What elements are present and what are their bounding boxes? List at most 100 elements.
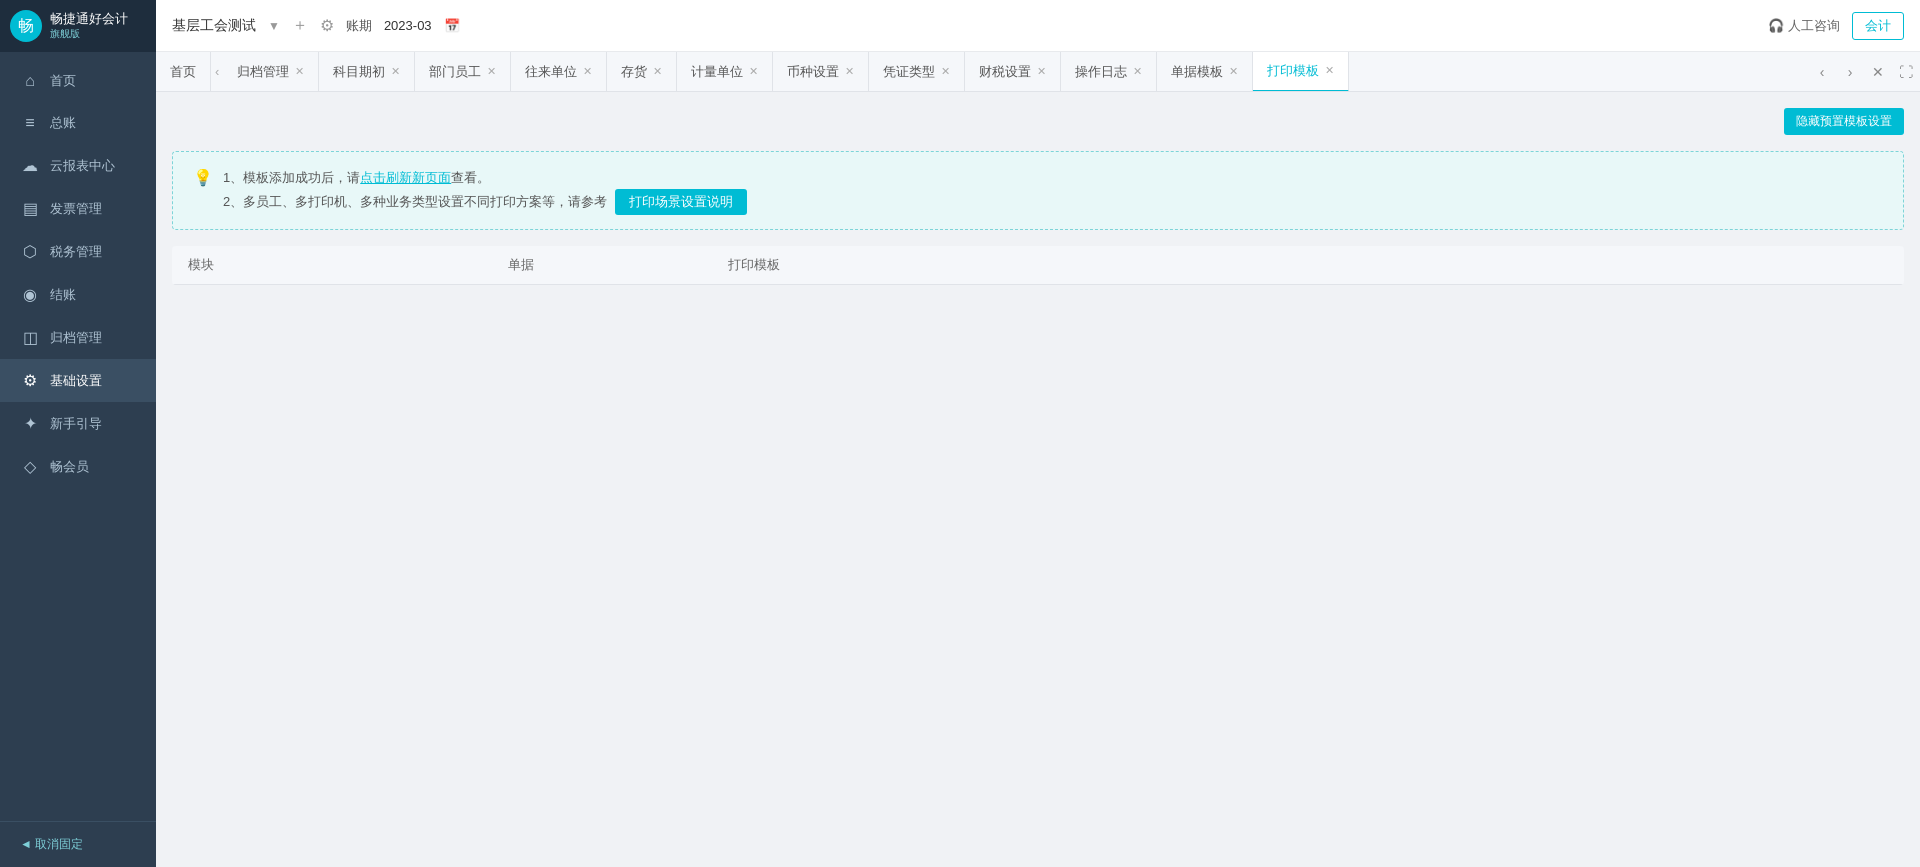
tab-oplog-close[interactable]: ✕ xyxy=(1133,65,1142,78)
topbar-right: 🎧 人工咨询 会计 xyxy=(1768,12,1904,40)
cloud-icon: ☁ xyxy=(20,156,40,175)
sidebar-item-reports[interactable]: ☁ 云报表中心 xyxy=(0,144,156,187)
sidebar-item-tax-label: 税务管理 xyxy=(50,243,102,261)
logo-subtitle: 旗舰版 xyxy=(50,27,128,41)
tab-currency-close[interactable]: ✕ xyxy=(845,65,854,78)
tab-dept-close[interactable]: ✕ xyxy=(487,65,496,78)
unpin-button[interactable]: ◄ 取消固定 xyxy=(0,821,156,867)
home-icon: ⌂ xyxy=(20,72,40,90)
settings-gear-icon[interactable]: ⚙ xyxy=(320,16,334,35)
tab-archive-label: 归档管理 xyxy=(237,63,289,81)
sidebar-item-invoice-label: 发票管理 xyxy=(50,200,102,218)
column-doc: 单据 xyxy=(492,246,712,284)
member-icon: ◇ xyxy=(20,457,40,476)
print-template-table: 模块 单据 打印模板 xyxy=(172,246,1904,285)
sidebar: 畅 畅捷通好会计 旗舰版 ⌂ 首页 ≡ 总账 ☁ 云报表中心 ▤ 发票管理 ⬡ … xyxy=(0,0,156,867)
tax-icon: ⬡ xyxy=(20,242,40,261)
sidebar-item-guide-label: 新手引导 xyxy=(50,415,102,433)
sidebar-item-guide[interactable]: ✦ 新手引导 xyxy=(0,402,156,445)
sidebar-item-home-label: 首页 xyxy=(50,72,76,90)
invoice-icon: ▤ xyxy=(20,199,40,218)
info-line1-suffix: 查看。 xyxy=(451,170,490,185)
tab-oplog[interactable]: 操作日志 ✕ xyxy=(1061,52,1157,92)
sidebar-item-settings[interactable]: ⚙ 基础设置 xyxy=(0,359,156,402)
tab-singledoc-label: 单据模板 xyxy=(1171,63,1223,81)
tab-nav-prev[interactable]: ‹ xyxy=(211,64,223,79)
tab-unit[interactable]: 计量单位 ✕ xyxy=(677,52,773,92)
sidebar-item-member-label: 畅会员 xyxy=(50,458,89,476)
tab-printtemplate[interactable]: 打印模板 ✕ xyxy=(1253,52,1349,92)
period-value: 2023-03 xyxy=(384,18,432,33)
accountant-button[interactable]: 会计 xyxy=(1852,12,1904,40)
archive-icon: ◫ xyxy=(20,328,40,347)
calendar-icon[interactable]: 📅 xyxy=(444,18,460,33)
tab-archive-close[interactable]: ✕ xyxy=(295,65,304,78)
tab-printtemplate-close[interactable]: ✕ xyxy=(1325,64,1334,77)
ledger-icon: ≡ xyxy=(20,114,40,132)
sidebar-nav: ⌂ 首页 ≡ 总账 ☁ 云报表中心 ▤ 发票管理 ⬡ 税务管理 ◉ 结账 ◫ 归… xyxy=(0,52,156,821)
tab-scroll-left[interactable]: ‹ xyxy=(1808,52,1836,92)
tab-contacts[interactable]: 往来单位 ✕ xyxy=(511,52,607,92)
info-box: 💡 1、模板添加成功后，请点击刷新新页面查看。 2、多员工、多打印机、多种业务类… xyxy=(172,151,1904,230)
sidebar-item-ledger[interactable]: ≡ 总账 xyxy=(0,102,156,144)
tab-home[interactable]: 首页 xyxy=(156,52,211,92)
tab-vouchertype[interactable]: 凭证类型 ✕ xyxy=(869,52,965,92)
hide-template-button[interactable]: 隐藏预置模板设置 xyxy=(1784,108,1904,135)
tab-actions: ‹ › ✕ ⛶ xyxy=(1808,52,1920,92)
sidebar-logo: 畅 畅捷通好会计 旗舰版 xyxy=(0,0,156,52)
tab-oplog-label: 操作日志 xyxy=(1075,63,1127,81)
tab-dept-label: 部门员工 xyxy=(429,63,481,81)
tab-inventory[interactable]: 存货 ✕ xyxy=(607,52,677,92)
column-module: 模块 xyxy=(172,246,492,284)
info-line1: 1、模板添加成功后，请点击刷新新页面查看。 xyxy=(223,166,747,189)
tab-vouchertype-close[interactable]: ✕ xyxy=(941,65,950,78)
tabs-bar: 首页 ‹ 归档管理 ✕ 科目期初 ✕ 部门员工 ✕ 往来单位 ✕ 存货 ✕ 计量… xyxy=(156,52,1920,92)
topbar: 基层工会测试 ▼ ＋ ⚙ 账期 2023-03 📅 🎧 人工咨询 会计 xyxy=(156,0,1920,52)
tab-taxset[interactable]: 财税设置 ✕ xyxy=(965,52,1061,92)
logo-title: 畅捷通好会计 xyxy=(50,11,128,28)
tab-close-all[interactable]: ✕ xyxy=(1864,52,1892,92)
sidebar-item-settlement[interactable]: ◉ 结账 xyxy=(0,273,156,316)
column-template: 打印模板 xyxy=(712,246,1904,284)
tab-fullscreen[interactable]: ⛶ xyxy=(1892,52,1920,92)
refresh-link[interactable]: 点击刷新新页面 xyxy=(360,170,451,185)
sidebar-item-tax[interactable]: ⬡ 税务管理 xyxy=(0,230,156,273)
service-button[interactable]: 🎧 人工咨询 xyxy=(1768,17,1840,35)
tab-currency[interactable]: 币种设置 ✕ xyxy=(773,52,869,92)
tab-scroll-right[interactable]: › xyxy=(1836,52,1864,92)
tab-contacts-label: 往来单位 xyxy=(525,63,577,81)
guide-icon: ✦ xyxy=(20,414,40,433)
sidebar-item-home[interactable]: ⌂ 首页 xyxy=(0,60,156,102)
tab-printtemplate-label: 打印模板 xyxy=(1267,62,1319,80)
tab-inventory-close[interactable]: ✕ xyxy=(653,65,662,78)
tab-subjects-close[interactable]: ✕ xyxy=(391,65,400,78)
tab-singledoc-close[interactable]: ✕ xyxy=(1229,65,1238,78)
sidebar-item-archive[interactable]: ◫ 归档管理 xyxy=(0,316,156,359)
tab-unit-close[interactable]: ✕ xyxy=(749,65,758,78)
sidebar-item-member[interactable]: ◇ 畅会员 xyxy=(0,445,156,488)
sidebar-item-settings-label: 基础设置 xyxy=(50,372,102,390)
main-area: 基层工会测试 ▼ ＋ ⚙ 账期 2023-03 📅 🎧 人工咨询 会计 首页 ‹… xyxy=(156,0,1920,867)
info-text: 1、模板添加成功后，请点击刷新新页面查看。 2、多员工、多打印机、多种业务类型设… xyxy=(223,166,747,215)
logo-icon: 畅 xyxy=(10,10,42,42)
info-line1-prefix: 1、模板添加成功后，请 xyxy=(223,170,360,185)
info-line2-prefix: 2、多员工、多打印机、多种业务类型设置不同打印方案等，请参考 xyxy=(223,194,607,209)
tab-singledoc[interactable]: 单据模板 ✕ xyxy=(1157,52,1253,92)
tab-taxset-close[interactable]: ✕ xyxy=(1037,65,1046,78)
tab-subjects[interactable]: 科目期初 ✕ xyxy=(319,52,415,92)
sidebar-item-reports-label: 云报表中心 xyxy=(50,157,115,175)
tab-contacts-close[interactable]: ✕ xyxy=(583,65,592,78)
company-dropdown-icon[interactable]: ▼ xyxy=(268,19,280,33)
tab-dept[interactable]: 部门员工 ✕ xyxy=(415,52,511,92)
sidebar-item-archive-label: 归档管理 xyxy=(50,329,102,347)
bulb-icon: 💡 xyxy=(193,168,213,187)
sidebar-item-ledger-label: 总账 xyxy=(50,114,76,132)
scene-setting-button[interactable]: 打印场景设置说明 xyxy=(615,189,747,215)
tab-archive[interactable]: 归档管理 ✕ xyxy=(223,52,319,92)
company-name[interactable]: 基层工会测试 xyxy=(172,17,256,35)
settings-icon: ⚙ xyxy=(20,371,40,390)
sidebar-item-invoice[interactable]: ▤ 发票管理 xyxy=(0,187,156,230)
info-line2: 2、多员工、多打印机、多种业务类型设置不同打印方案等，请参考 打印场景设置说明 xyxy=(223,189,747,215)
add-tab-button[interactable]: ＋ xyxy=(292,15,308,36)
service-icon: 🎧 xyxy=(1768,18,1784,33)
